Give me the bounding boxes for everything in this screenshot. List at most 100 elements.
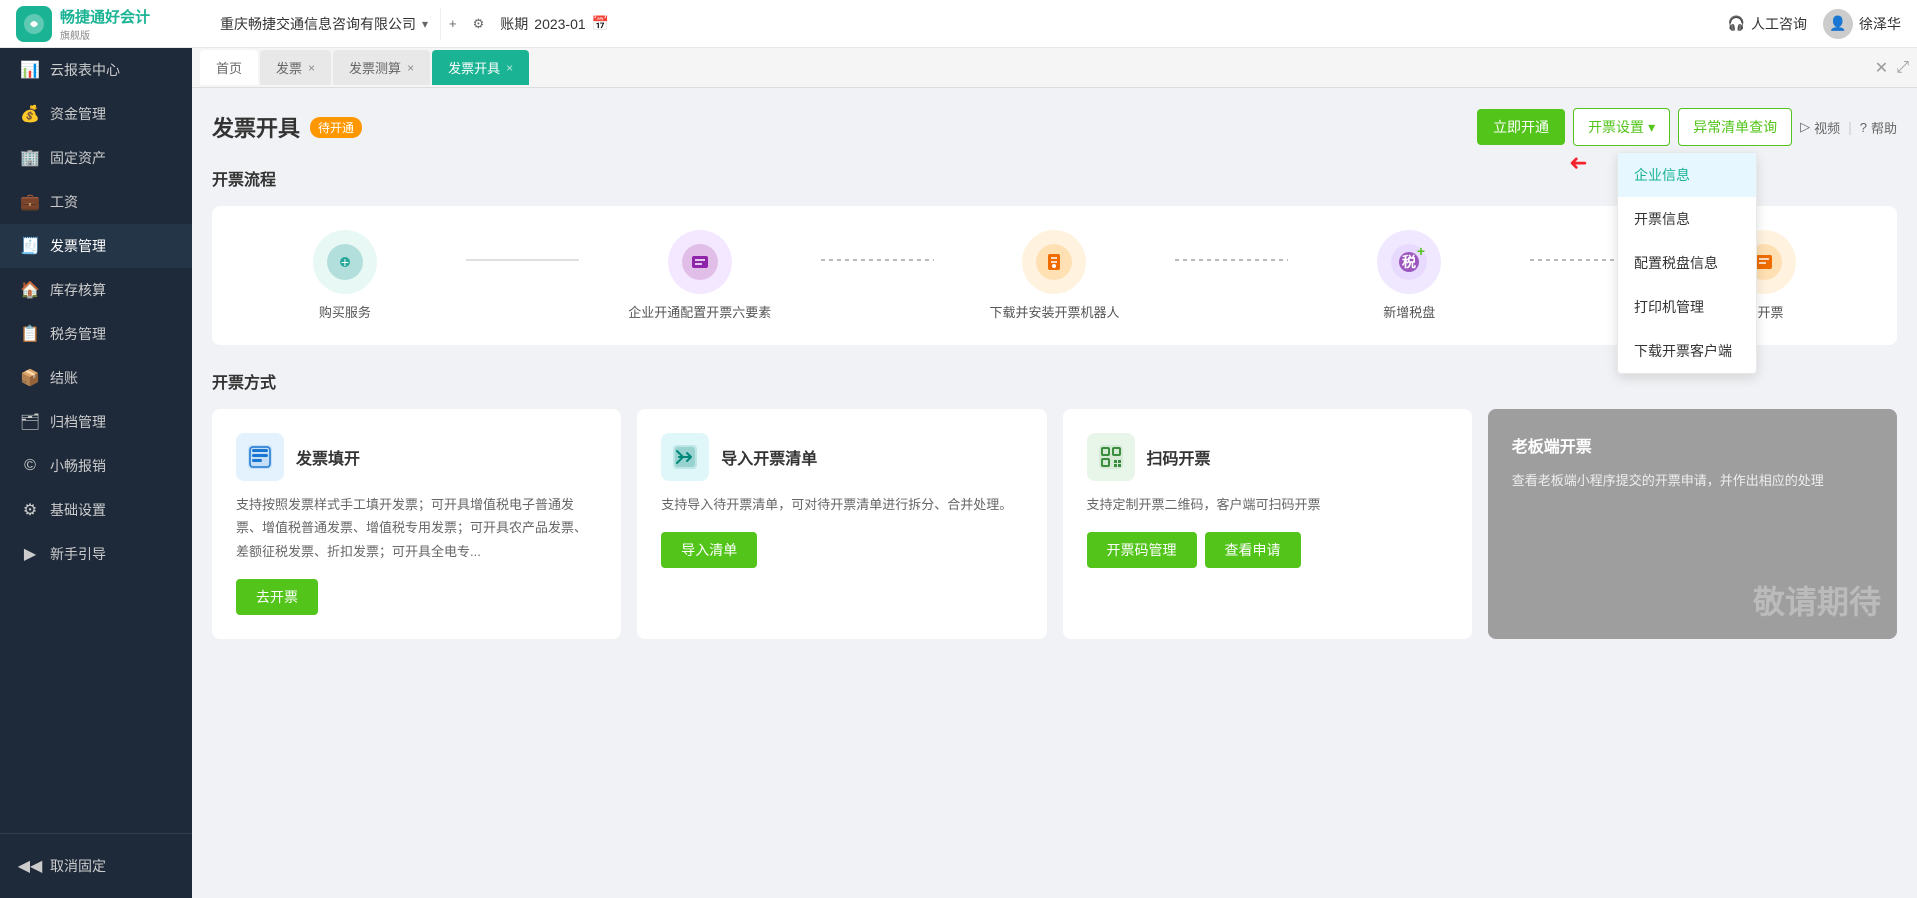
video-label: 视频 <box>1814 118 1840 137</box>
archive-icon: 🗂 <box>20 412 40 432</box>
step-buy-icon: + <box>313 230 377 294</box>
sidebar-label-assets: 固定资产 <box>50 148 106 168</box>
sidebar-item-inventory[interactable]: 🏠 库存核算 <box>0 268 192 312</box>
guide-icon: ▶ <box>20 544 40 564</box>
settlement-icon: 📦 <box>20 368 40 388</box>
username: 徐泽华 <box>1859 14 1901 34</box>
sidebar-label-basic: 基础设置 <box>50 500 106 520</box>
method-card-import: 导入开票清单 支持导入待开票清单，可对待开票清单进行拆分、合并处理。 导入清单 <box>637 409 1046 639</box>
tax-icon: 📋 <box>20 324 40 344</box>
view-apply-btn[interactable]: 查看申请 <box>1205 532 1301 568</box>
sidebar-item-archive[interactable]: 🗂 归档管理 <box>0 400 192 444</box>
logo-area: 畅捷通好会计 旗舰版 <box>16 6 208 42</box>
sidebar-label-invoice-mgmt: 发票管理 <box>50 236 106 256</box>
chevron-down-icon: ▾ <box>422 17 428 31</box>
process-step-config: 企业开通配置开票六要素 <box>587 230 813 321</box>
settings-btn[interactable]: ⚙ <box>473 16 485 32</box>
method-boss-desc: 查看老板端小程序提交的开票申请，并作出相应的处理 <box>1512 469 1873 492</box>
sidebar-item-assets[interactable]: 🏢 固定资产 <box>0 136 192 180</box>
abnormal-btn[interactable]: 异常清单查询 <box>1678 108 1792 146</box>
sidebar-item-funds[interactable]: 💰 资金管理 <box>0 92 192 136</box>
page-header: 发票开具 待开通 立即开通 开票设置 ▾ 异常清单查询 <box>212 108 1897 146</box>
activate-btn[interactable]: 立即开通 <box>1477 109 1565 145</box>
method-fill-title: 发票填开 <box>296 445 360 469</box>
dropdown-item-company-info[interactable]: 企业信息 <box>1618 153 1756 197</box>
user-info[interactable]: 👤 徐泽华 <box>1823 9 1901 39</box>
dropdown-item-printer[interactable]: 打印机管理 <box>1618 285 1756 329</box>
red-arrow-indicator: ➜ <box>1569 150 1587 176</box>
calendar-icon[interactable]: 📅 <box>592 15 609 32</box>
close-window-btn[interactable]: ✕ <box>1875 58 1888 78</box>
help-btn[interactable]: ? 帮助 <box>1860 118 1897 137</box>
sidebar-item-tax[interactable]: 📋 税务管理 <box>0 312 192 356</box>
tab-invoice[interactable]: 发票 × <box>260 50 331 85</box>
tab-invoice-label: 发票 <box>276 58 302 77</box>
methods-grid: 发票填开 支持按照发票样式手工填开发票；可开具增值税电子普通发票、增值税普通发票… <box>212 409 1897 639</box>
tab-invoice-close[interactable]: × <box>308 61 315 75</box>
sidebar-item-cancel-pin[interactable]: ◀◀ 取消固定 <box>0 844 192 888</box>
step-add-disk-label: 新增税盘 <box>1383 302 1435 321</box>
dropdown-item-invoice-info[interactable]: 开票信息 <box>1618 197 1756 241</box>
avatar: 👤 <box>1823 9 1853 39</box>
method-card-scan: 扫码开票 支持定制开票二维码，客户端可扫码开票 开票码管理 查看申请 <box>1063 409 1472 639</box>
settings-btn-label: 开票设置 <box>1588 117 1644 137</box>
method-card-boss: 老板端开票 查看老板端小程序提交的开票申请，并作出相应的处理 敬请期待 <box>1488 409 1897 639</box>
dropdown-item-download-client[interactable]: 下载开票客户端 <box>1618 329 1756 373</box>
svg-text:税: 税 <box>1402 254 1416 270</box>
add-company-btn[interactable]: + <box>449 16 457 31</box>
process-step-download: 下载并安装开票机器人 <box>942 230 1168 321</box>
basic-icon: ⚙ <box>20 500 40 520</box>
sidebar-item-basic[interactable]: ⚙ 基础设置 <box>0 488 192 532</box>
sidebar-label-inventory: 库存核算 <box>50 280 106 300</box>
import-btn[interactable]: 导入清单 <box>661 532 757 568</box>
divider: | <box>1848 119 1852 135</box>
logo-main-text: 畅捷通好会计 <box>60 6 150 27</box>
tab-home-label: 首页 <box>216 58 242 77</box>
go-btn[interactable]: 去开票 <box>236 579 318 615</box>
step-config-label: 企业开通配置开票六要素 <box>628 302 771 321</box>
svg-text:+: + <box>341 254 349 270</box>
method-scan-header: 扫码开票 <box>1087 433 1448 481</box>
tab-invoice-calc-label: 发票测算 <box>349 58 401 77</box>
method-fill-header: 发票填开 <box>236 433 597 481</box>
process-step-add-disk: 税 + 新增税盘 <box>1296 230 1522 321</box>
tab-invoice-calc[interactable]: 发票测算 × <box>333 50 430 85</box>
sidebar-item-guide[interactable]: ▶ 新手引导 <box>0 532 192 576</box>
methods-section: 开票方式 <box>212 369 1897 639</box>
header-actions: 立即开通 开票设置 ▾ 异常清单查询 ▷ 视频 | <box>1477 108 1897 146</box>
period-info: 账期 2023-01 📅 <box>500 14 609 34</box>
step-config-icon <box>668 230 732 294</box>
period-label: 账期 <box>500 14 528 34</box>
company-selector[interactable]: 重庆畅捷交通信息咨询有限公司 ▾ <box>208 8 441 40</box>
tab-invoice-calc-close[interactable]: × <box>407 61 414 75</box>
tab-invoice-open[interactable]: 发票开具 × <box>432 50 529 85</box>
step-add-disk-icon: 税 + <box>1377 230 1441 294</box>
sidebar-label-reports: 云报表中心 <box>50 60 120 80</box>
watermark-text: 敬请期待 <box>1753 577 1881 623</box>
company-name: 重庆畅捷交通信息咨询有限公司 <box>220 14 416 34</box>
method-import-title: 导入开票清单 <box>721 445 817 469</box>
funds-icon: 💰 <box>20 104 40 124</box>
video-btn[interactable]: ▷ 视频 <box>1800 118 1840 137</box>
method-boss-title: 老板端开票 <box>1512 433 1592 457</box>
method-import-desc: 支持导入待开票清单，可对待开票清单进行拆分、合并处理。 <box>661 493 1022 516</box>
sidebar-item-settlement[interactable]: 📦 结账 <box>0 356 192 400</box>
sidebar: 📊 云报表中心 💰 资金管理 🏢 固定资产 💼 工资 🧾 发票管理 🏠 <box>0 48 192 898</box>
sidebar-item-invoice-mgmt[interactable]: 🧾 发票管理 <box>0 224 192 268</box>
svg-text:+: + <box>1417 243 1425 259</box>
divider-3 <box>1175 259 1288 261</box>
maximize-window-btn[interactable]: ⤢ <box>1896 58 1909 78</box>
tab-invoice-open-close[interactable]: × <box>506 61 513 75</box>
sidebar-item-salary[interactable]: 💼 工资 <box>0 180 192 224</box>
tab-home[interactable]: 首页 <box>200 50 258 85</box>
sidebar-item-reports[interactable]: 📊 云报表中心 <box>0 48 192 92</box>
qr-mgmt-btn[interactable]: 开票码管理 <box>1087 532 1197 568</box>
step-buy-label: 购买服务 <box>319 302 371 321</box>
support-info[interactable]: 🎧 人工咨询 <box>1728 14 1807 34</box>
process-step-buy: + 购买服务 <box>232 230 458 321</box>
step-download-icon <box>1022 230 1086 294</box>
settings-btn[interactable]: 开票设置 ▾ <box>1573 108 1670 146</box>
page-content: 发票开具 待开通 立即开通 开票设置 ▾ 异常清单查询 <box>192 88 1917 898</box>
dropdown-item-tax-config[interactable]: 配置税盘信息 <box>1618 241 1756 285</box>
sidebar-item-report2[interactable]: © 小畅报销 <box>0 444 192 488</box>
